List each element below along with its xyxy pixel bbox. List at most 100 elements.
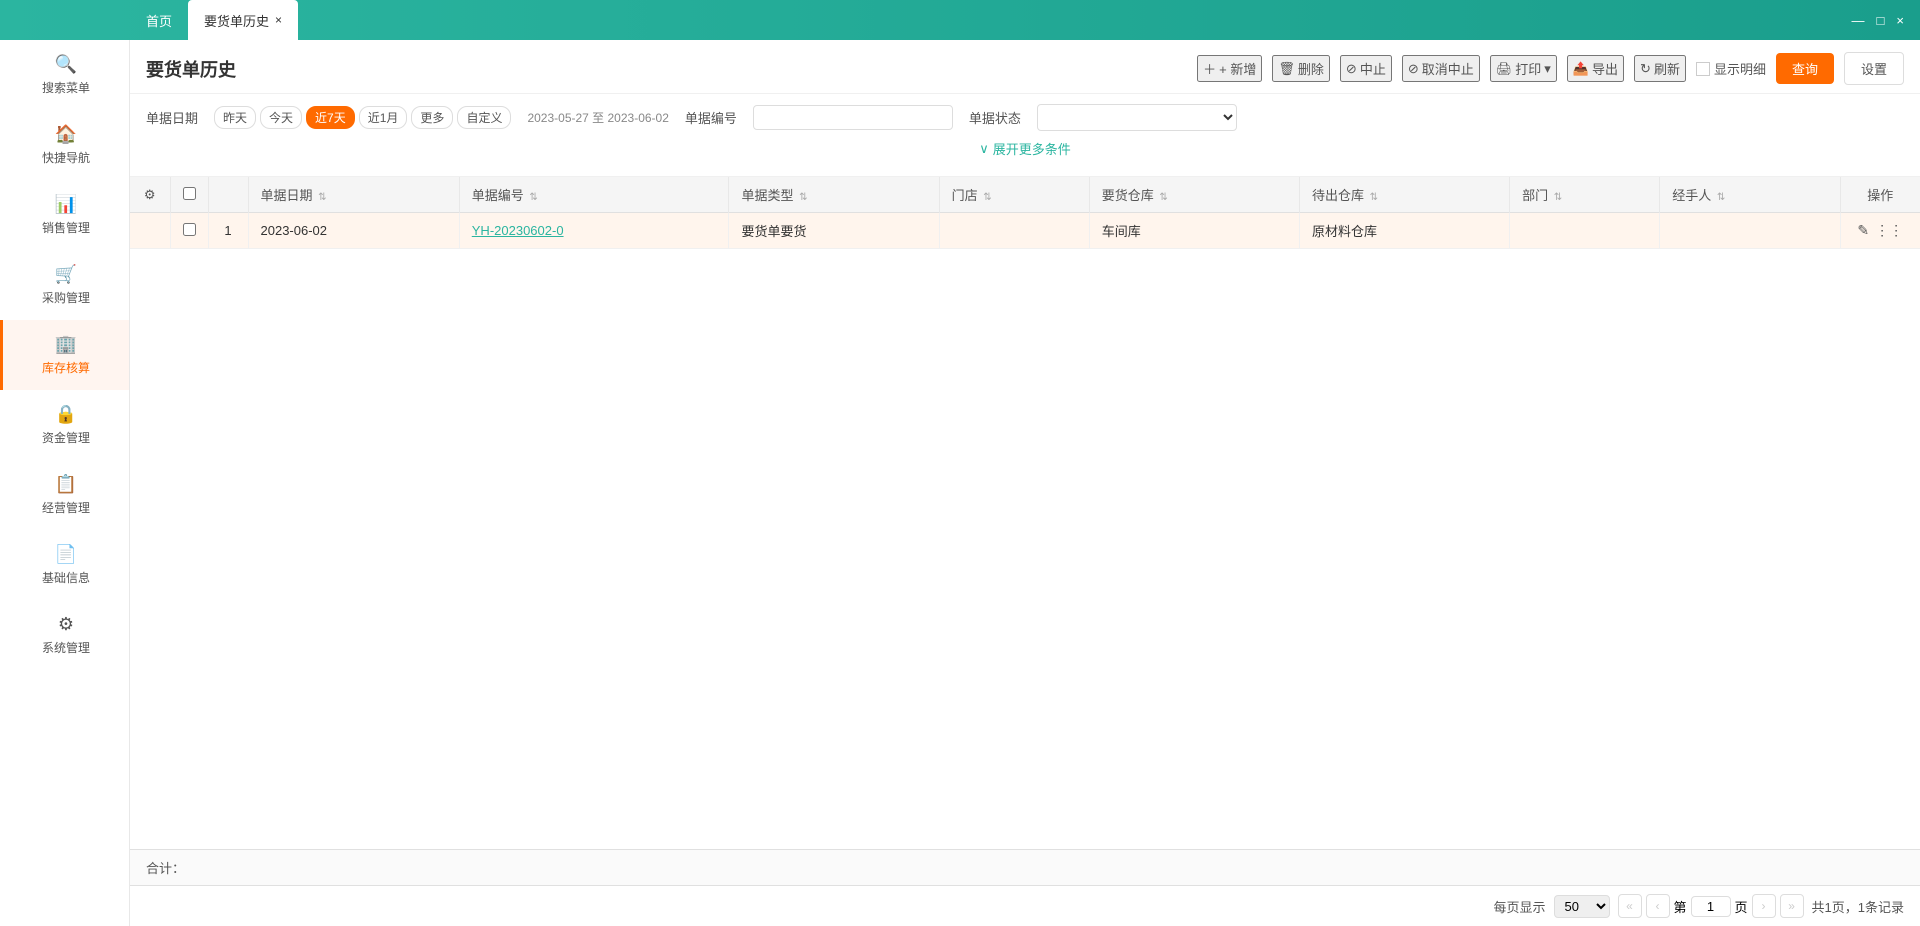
- td-store: [939, 213, 1089, 249]
- query-button[interactable]: 查询: [1776, 53, 1834, 84]
- filter-bar: 单据日期 昨天 今天 近7天 近1月 更多 自定义 2023-05-27 至 2…: [130, 94, 1920, 177]
- sales-icon: 📊: [55, 194, 77, 215]
- nav-active-tab[interactable]: 要货单历史 ×: [188, 0, 298, 40]
- data-table: ⚙ 单据日期 ⇅ 单据编号 ⇅: [130, 177, 1920, 249]
- system-icon: ⚙: [58, 614, 74, 635]
- th-check: [170, 177, 208, 213]
- sidebar-item-system[interactable]: ⚙ 系统管理: [0, 600, 129, 670]
- expand-label: 展开更多条件: [993, 139, 1071, 158]
- print-icon: 🖨: [1496, 61, 1513, 77]
- page-nav: « ‹ 第 页 › »: [1618, 894, 1804, 918]
- footer-total-bar: 合计：: [130, 849, 1920, 885]
- refresh-button[interactable]: ↻ 刷新: [1634, 55, 1686, 82]
- prev-page-btn[interactable]: ‹: [1646, 894, 1670, 918]
- sort-store-icon[interactable]: ⇅: [983, 192, 991, 203]
- row-checkbox[interactable]: [183, 223, 196, 236]
- stop-button[interactable]: ⊘ 中止: [1340, 55, 1392, 82]
- sidebar-item-search-menu[interactable]: 🔍 搜索菜单: [0, 40, 129, 110]
- filter-row-1: 单据日期 昨天 今天 近7天 近1月 更多 自定义 2023-05-27 至 2…: [146, 104, 1904, 131]
- bill-number-input[interactable]: [753, 105, 953, 130]
- maximize-icon[interactable]: □: [1877, 13, 1885, 28]
- export-button[interactable]: 📤 导出: [1567, 55, 1624, 82]
- row-pending-warehouse: 原材料仓库: [1312, 224, 1377, 239]
- td-number: YH-20230602-0: [459, 213, 729, 249]
- th-store: 门店 ⇅: [939, 177, 1089, 213]
- sidebar-item-sales[interactable]: 📊 销售管理: [0, 180, 129, 250]
- finance-icon: 🔒: [55, 404, 77, 425]
- delete-button[interactable]: 🗑 删除: [1272, 55, 1330, 82]
- sidebar-label-basic-info: 基础信息: [42, 569, 90, 586]
- th-type-label: 单据类型: [741, 188, 793, 203]
- close-window-icon[interactable]: ×: [1896, 13, 1904, 28]
- delete-label: 删除: [1298, 59, 1324, 78]
- cancel-stop-button[interactable]: ⊘ 取消中止: [1402, 55, 1480, 82]
- sort-department-icon[interactable]: ⇅: [1554, 192, 1562, 203]
- th-number: 单据编号 ⇅: [459, 177, 729, 213]
- sidebar-item-finance[interactable]: 🔒 资金管理: [0, 390, 129, 460]
- operations-icon: 📋: [55, 474, 77, 495]
- edit-icon[interactable]: ✎: [1857, 222, 1869, 239]
- sidebar-item-quick-nav[interactable]: 🏠 快捷导航: [0, 110, 129, 180]
- row-type: 要货单要货: [741, 224, 806, 239]
- show-detail-toggle[interactable]: 显示明细: [1696, 59, 1766, 78]
- main-layout: 🔍 搜索菜单 🏠 快捷导航 📊 销售管理 🛒 采购管理 🏢 库存核算 🔒 资金管…: [0, 40, 1920, 926]
- date-range-display: 2023-05-27 至 2023-06-02: [527, 109, 668, 126]
- sidebar-label-operations: 经营管理: [42, 499, 90, 516]
- top-nav: 首页 要货单历史 × — □ ×: [0, 0, 1920, 40]
- per-page-label: 每页显示: [1493, 897, 1545, 916]
- stop-icon: ⊘: [1346, 61, 1357, 77]
- sort-type-icon[interactable]: ⇅: [799, 192, 807, 203]
- td-department: [1510, 213, 1660, 249]
- row-number-link[interactable]: YH-20230602-0: [472, 223, 564, 238]
- more-icon[interactable]: ⋮⋮: [1875, 222, 1903, 239]
- sort-handler-icon[interactable]: ⇅: [1717, 192, 1725, 203]
- status-select[interactable]: [1037, 104, 1237, 131]
- minimize-icon[interactable]: —: [1852, 13, 1865, 28]
- sort-pending-warehouse-icon[interactable]: ⇅: [1370, 192, 1378, 203]
- column-settings-icon[interactable]: ⚙: [144, 187, 156, 202]
- sidebar-item-purchase[interactable]: 🛒 采购管理: [0, 250, 129, 320]
- filter-row-expand: ∨ 展开更多条件: [146, 139, 1904, 158]
- next-page-btn[interactable]: ›: [1752, 894, 1776, 918]
- new-button[interactable]: ＋ + 新增: [1197, 55, 1262, 82]
- expand-more-btn[interactable]: ∨ 展开更多条件: [979, 139, 1071, 158]
- sidebar-item-basic-info[interactable]: 📄 基础信息: [0, 530, 129, 600]
- sidebar-item-operations[interactable]: 📋 经营管理: [0, 460, 129, 530]
- th-date: 单据日期 ⇅: [248, 177, 459, 213]
- settings-button[interactable]: 设置: [1844, 52, 1904, 85]
- sidebar-label-purchase: 采购管理: [42, 289, 90, 306]
- first-page-btn[interactable]: «: [1618, 894, 1642, 918]
- last-page-btn[interactable]: »: [1780, 894, 1804, 918]
- date-btn-more[interactable]: 更多: [411, 106, 453, 129]
- sidebar-label-finance: 资金管理: [42, 429, 90, 446]
- sidebar-item-inventory[interactable]: 🏢 库存核算: [0, 320, 129, 390]
- close-tab-icon[interactable]: ×: [275, 13, 282, 27]
- table-container: ⚙ 单据日期 ⇅ 单据编号 ⇅: [130, 177, 1920, 849]
- th-pending-warehouse-label: 待出仓库: [1312, 188, 1364, 203]
- date-btn-today[interactable]: 今天: [260, 106, 302, 129]
- row-req-warehouse: 车间库: [1102, 224, 1141, 239]
- cancel-stop-label: 取消中止: [1422, 59, 1474, 78]
- date-btn-yesterday[interactable]: 昨天: [214, 106, 256, 129]
- sort-date-icon[interactable]: ⇅: [318, 192, 326, 203]
- nav-home[interactable]: 首页: [130, 0, 188, 40]
- page-input[interactable]: [1691, 896, 1731, 917]
- sidebar: 🔍 搜索菜单 🏠 快捷导航 📊 销售管理 🛒 采购管理 🏢 库存核算 🔒 资金管…: [0, 40, 130, 926]
- sort-req-warehouse-icon[interactable]: ⇅: [1159, 192, 1167, 203]
- print-button[interactable]: 🖨 打印 ▾: [1490, 55, 1557, 82]
- td-date: 2023-06-02: [248, 213, 459, 249]
- select-all-checkbox[interactable]: [183, 187, 196, 200]
- sort-number-icon[interactable]: ⇅: [529, 192, 537, 203]
- show-detail-checkbox[interactable]: [1696, 62, 1710, 76]
- date-btn-custom[interactable]: 自定义: [457, 106, 511, 129]
- date-btn-7days[interactable]: 近7天: [306, 106, 355, 129]
- export-icon: 📤: [1573, 61, 1589, 77]
- td-action: ✎ ⋮⋮: [1840, 213, 1920, 249]
- active-tab-label: 要货单历史: [204, 11, 269, 30]
- toolbar: ＋ + 新增 🗑 删除 ⊘ 中止 ⊘ 取消中止 🖨 打印: [1197, 52, 1904, 85]
- per-page-select[interactable]: 50 100 200: [1554, 895, 1610, 918]
- td-settings: [130, 213, 170, 249]
- date-btn-1month[interactable]: 近1月: [359, 106, 408, 129]
- print-dropdown-icon: ▾: [1544, 61, 1551, 77]
- sidebar-label-quick-nav: 快捷导航: [42, 149, 90, 166]
